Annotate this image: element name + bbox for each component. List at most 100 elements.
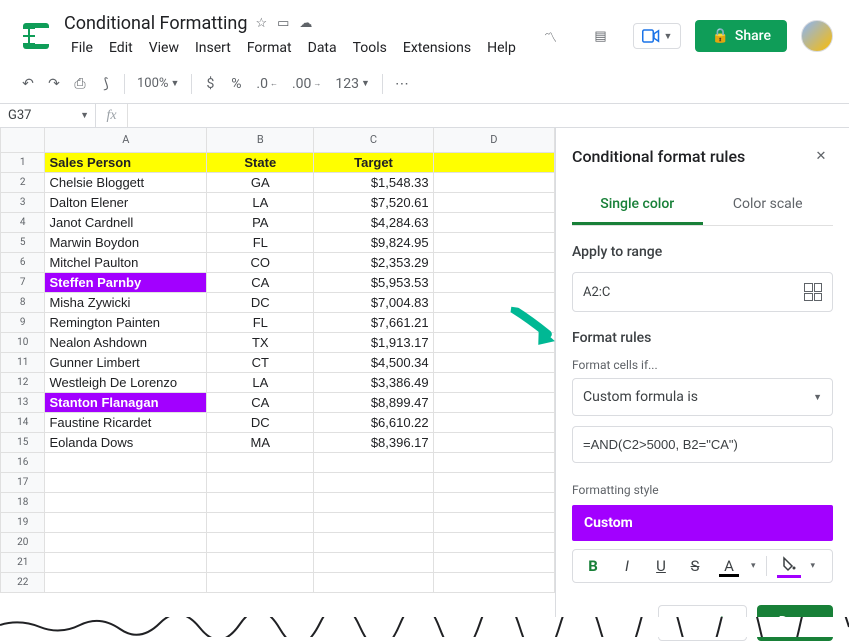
cell[interactable]: Mitchel Paulton bbox=[45, 252, 207, 272]
cell[interactable] bbox=[433, 452, 554, 472]
cell[interactable] bbox=[433, 252, 554, 272]
cell[interactable] bbox=[433, 272, 554, 292]
col-header-A[interactable]: A bbox=[45, 128, 207, 152]
cell[interactable] bbox=[207, 452, 314, 472]
strikethrough-button[interactable]: S bbox=[683, 557, 707, 575]
cell[interactable] bbox=[433, 572, 554, 592]
cell[interactable] bbox=[433, 172, 554, 192]
cell[interactable] bbox=[207, 532, 314, 552]
cell[interactable]: Remington Painten bbox=[45, 312, 207, 332]
cell[interactable] bbox=[45, 472, 207, 492]
spreadsheet-grid[interactable]: A B C D 1Sales PersonStateTarget2Chelsie… bbox=[0, 128, 555, 637]
redo-button[interactable]: ↷ bbox=[42, 72, 66, 96]
cell[interactable] bbox=[45, 512, 207, 532]
format-currency-button[interactable]: $ bbox=[198, 72, 222, 96]
fill-color-button[interactable] bbox=[777, 556, 801, 576]
cell[interactable]: Marwin Boydon bbox=[45, 232, 207, 252]
row-header[interactable]: 3 bbox=[1, 192, 45, 212]
cell[interactable] bbox=[433, 492, 554, 512]
star-icon[interactable]: ☆ bbox=[255, 16, 267, 31]
row-header[interactable]: 6 bbox=[1, 252, 45, 272]
cell[interactable] bbox=[433, 432, 554, 452]
name-box[interactable]: G37▼ bbox=[0, 104, 96, 127]
cell[interactable] bbox=[433, 532, 554, 552]
cell[interactable] bbox=[433, 512, 554, 532]
cell[interactable]: Misha Zywicki bbox=[45, 292, 207, 312]
account-avatar[interactable] bbox=[801, 20, 833, 52]
style-preview[interactable]: Custom bbox=[572, 505, 833, 541]
cell[interactable] bbox=[207, 492, 314, 512]
select-range-icon[interactable] bbox=[804, 283, 822, 301]
cell[interactable]: $1,548.33 bbox=[314, 172, 433, 192]
cell[interactable] bbox=[433, 472, 554, 492]
formula-input[interactable]: =AND(C2>5000, B2="CA") bbox=[572, 426, 833, 463]
row-header[interactable]: 10 bbox=[1, 332, 45, 352]
cell[interactable] bbox=[433, 412, 554, 432]
cell[interactable] bbox=[433, 352, 554, 372]
cell[interactable]: Chelsie Bloggett bbox=[45, 172, 207, 192]
row-header[interactable]: 19 bbox=[1, 512, 45, 532]
share-button[interactable]: 🔒 Share bbox=[695, 20, 787, 52]
cell[interactable] bbox=[433, 292, 554, 312]
cell[interactable]: FL bbox=[207, 312, 314, 332]
row-header[interactable]: 8 bbox=[1, 292, 45, 312]
col-header-C[interactable]: C bbox=[314, 128, 433, 152]
cell[interactable]: FL bbox=[207, 232, 314, 252]
cell[interactable]: Steffen Parnby bbox=[45, 272, 207, 292]
cell[interactable]: $1,913.17 bbox=[314, 332, 433, 352]
cell[interactable] bbox=[314, 572, 433, 592]
cell[interactable] bbox=[314, 532, 433, 552]
cell[interactable] bbox=[45, 532, 207, 552]
row-header[interactable]: 4 bbox=[1, 212, 45, 232]
undo-button[interactable]: ↶ bbox=[16, 72, 40, 96]
col-header-D[interactable]: D bbox=[433, 128, 554, 152]
cell[interactable]: CA bbox=[207, 272, 314, 292]
cell[interactable] bbox=[45, 552, 207, 572]
range-input[interactable]: A2:C bbox=[572, 272, 833, 312]
meet-button[interactable]: ▼ bbox=[633, 23, 682, 49]
cell[interactable] bbox=[433, 372, 554, 392]
cell[interactable] bbox=[314, 512, 433, 532]
cell[interactable]: CA bbox=[207, 392, 314, 412]
cell[interactable] bbox=[433, 392, 554, 412]
row-header[interactable]: 5 bbox=[1, 232, 45, 252]
row-header[interactable]: 16 bbox=[1, 452, 45, 472]
cell[interactable]: LA bbox=[207, 372, 314, 392]
cell[interactable]: TX bbox=[207, 332, 314, 352]
row-header[interactable]: 13 bbox=[1, 392, 45, 412]
cell[interactable] bbox=[207, 512, 314, 532]
row-header[interactable]: 22 bbox=[1, 572, 45, 592]
cell[interactable] bbox=[207, 552, 314, 572]
close-icon[interactable]: ✕ bbox=[809, 144, 833, 168]
cloud-status-icon[interactable]: ☁ bbox=[299, 16, 312, 31]
cell[interactable]: Westleigh De Lorenzo bbox=[45, 372, 207, 392]
cell[interactable] bbox=[314, 552, 433, 572]
bold-button[interactable]: B bbox=[581, 557, 605, 575]
menu-extensions[interactable]: Extensions bbox=[396, 36, 478, 60]
col-header-B[interactable]: B bbox=[207, 128, 314, 152]
cell[interactable]: $2,353.29 bbox=[314, 252, 433, 272]
cell[interactable]: $4,284.63 bbox=[314, 212, 433, 232]
cell[interactable]: CO bbox=[207, 252, 314, 272]
row-header[interactable]: 7 bbox=[1, 272, 45, 292]
row-header[interactable]: 17 bbox=[1, 472, 45, 492]
cell[interactable]: $9,824.95 bbox=[314, 232, 433, 252]
cell[interactable]: DC bbox=[207, 292, 314, 312]
row-header[interactable]: 18 bbox=[1, 492, 45, 512]
row-header[interactable]: 2 bbox=[1, 172, 45, 192]
menu-format[interactable]: Format bbox=[240, 36, 299, 60]
cell[interactable]: $6,610.22 bbox=[314, 412, 433, 432]
row-header[interactable]: 15 bbox=[1, 432, 45, 452]
sheets-logo[interactable] bbox=[16, 16, 56, 56]
cell[interactable]: Nealon Ashdown bbox=[45, 332, 207, 352]
menu-data[interactable]: Data bbox=[301, 36, 344, 60]
row-header[interactable]: 14 bbox=[1, 412, 45, 432]
cell[interactable] bbox=[314, 472, 433, 492]
corner-cell[interactable] bbox=[1, 128, 45, 152]
tab-single-color[interactable]: Single color bbox=[572, 186, 703, 225]
menu-view[interactable]: View bbox=[142, 36, 186, 60]
cell[interactable]: Gunner Limbert bbox=[45, 352, 207, 372]
cell[interactable]: Faustine Ricardet bbox=[45, 412, 207, 432]
print-button[interactable]: ⎙ bbox=[68, 72, 92, 96]
row-header[interactable]: 9 bbox=[1, 312, 45, 332]
